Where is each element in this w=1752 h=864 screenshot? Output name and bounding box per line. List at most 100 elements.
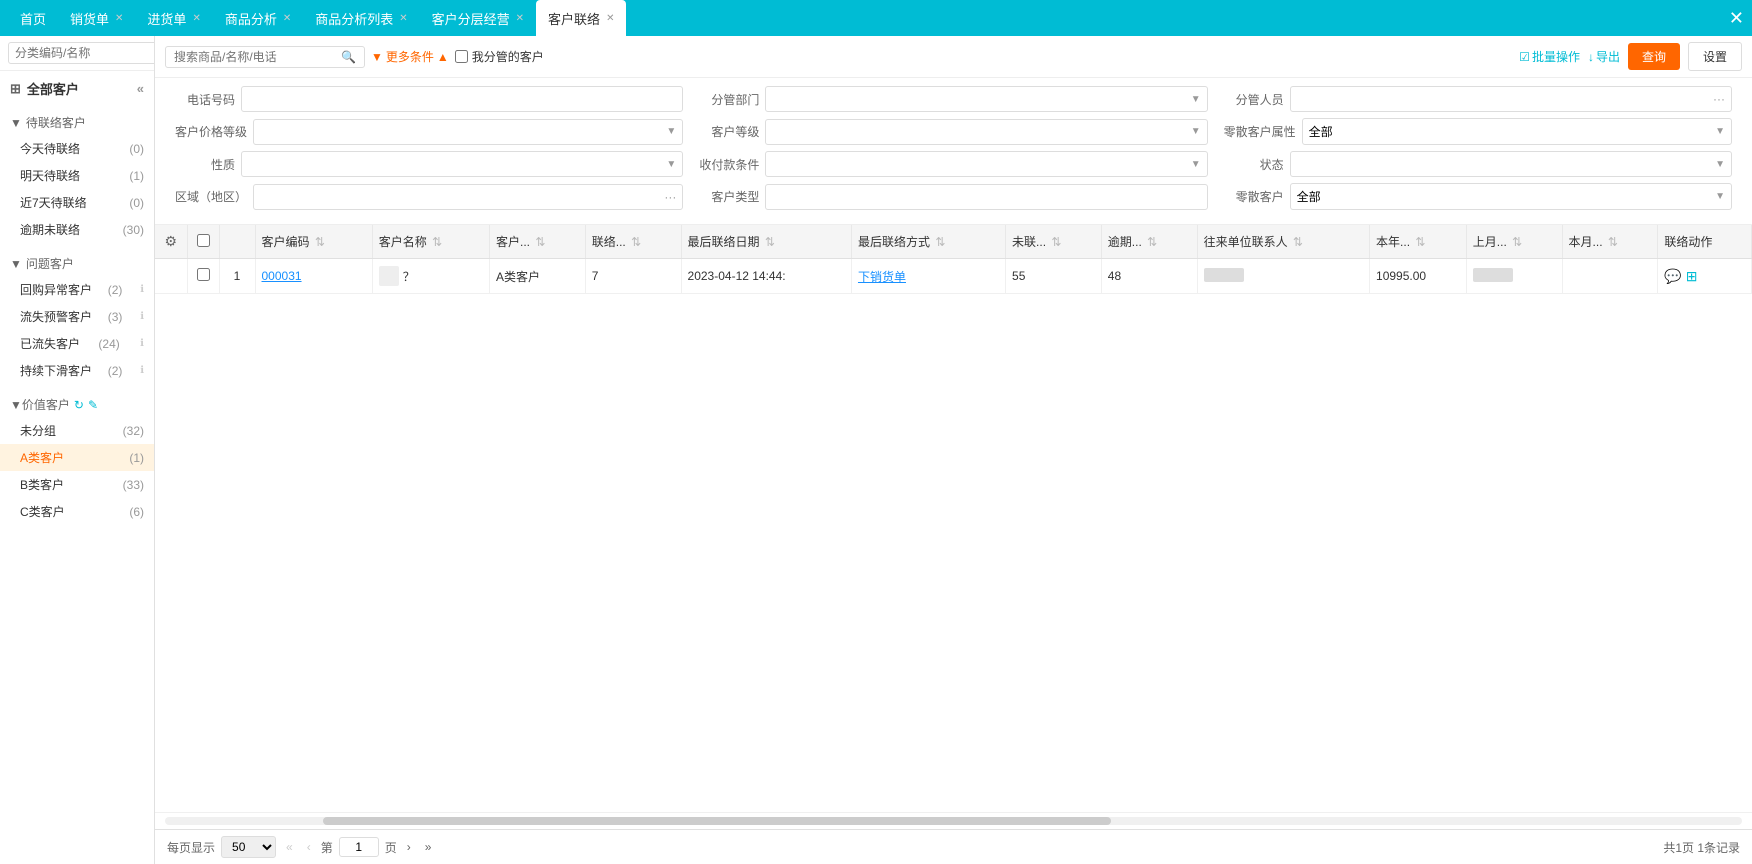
sidebar-item-class-c[interactable]: C类客户 (6) [0,498,154,525]
gear-icon[interactable]: ⚙ [164,233,177,249]
sidebar-item-repurchase-abnormal[interactable]: 回购异常客户 (2) ℹ [0,276,154,303]
sidebar-search-input[interactable] [8,42,155,64]
qr-icon[interactable]: ⊞ [1686,268,1698,285]
prev-page-btn[interactable]: ‹ [303,838,315,856]
sidebar-section-pending: ▼ 待联络客户 今天待联络 (0) 明天待联络 (1) 近7天待联络 (0) 逾… [0,106,154,247]
sidebar-item-class-b[interactable]: B类客户 (33) [0,471,154,498]
nav-tab-analysis-list[interactable]: 商品分析列表 ✕ [303,0,419,36]
sidebar-all-customers[interactable]: ⊞ 全部客户 « [0,71,154,106]
customer-table: ⚙ 客户编码 ⇅ 客户名称 ⇅ [155,225,1752,294]
sidebar-section-problem-title[interactable]: ▼ 问题客户 [0,251,154,276]
col-thisyear-header[interactable]: 本年... ⇅ [1370,225,1467,259]
filter-price-level-select[interactable]: ▼ [253,119,683,145]
close-icon[interactable]: ✕ [606,13,614,24]
col-checkbox-header[interactable] [187,225,219,259]
col-type-header[interactable]: 客户... ⇅ [490,225,586,259]
col-lastmonth-header[interactable]: 上月... ⇅ [1466,225,1562,259]
chevron-down-icon: ▼ [666,126,676,137]
filter-retail-attr: 零散客户属性 全部 ▼ [1216,118,1740,145]
filter-dept-select[interactable]: ▼ [765,86,1207,112]
first-page-btn[interactable]: « [282,838,297,856]
row-select-checkbox[interactable] [197,268,210,281]
filter-retail-customer-select[interactable]: 全部 ▼ [1290,183,1732,210]
close-icon[interactable]: ✕ [399,13,407,24]
col-nocontact-header[interactable]: 未联... ⇅ [1006,225,1102,259]
col-name-header[interactable]: 客户名称 ⇅ [372,225,489,259]
row-unitcontact [1197,259,1369,294]
filter-payment: 收付款条件 ▼ [691,151,1215,177]
sort-icon: ⇅ [535,235,545,249]
page-input[interactable] [339,837,379,857]
nav-tab-analysis[interactable]: 商品分析 ✕ [213,0,303,36]
export-btn[interactable]: ↓ 导出 [1588,48,1620,65]
filter-region-label: 区域（地区） [175,188,247,205]
scroll-thumb[interactable] [323,817,1112,825]
close-icon[interactable]: ✕ [516,13,524,24]
filter-nature-select[interactable]: ▼ [241,151,683,177]
col-lastmethod-header[interactable]: 最后联络方式 ⇅ [851,225,1005,259]
sort-icon: ⇅ [1512,235,1522,249]
sidebar-item-7days-contact[interactable]: 近7天待联络 (0) [0,189,154,216]
sidebar-item-declining[interactable]: 持续下滑客户 (2) ℹ [0,357,154,384]
filter-customer-level-select[interactable]: ▼ [765,119,1207,145]
more-filter-btn[interactable]: ▼ 更多条件 ▲ [371,48,449,65]
filter-region-select[interactable]: ··· [253,184,683,210]
close-icon[interactable]: ✕ [115,13,123,24]
export-icon: ↓ [1588,50,1594,64]
my-customers-checkbox[interactable]: 我分管的客户 [455,48,544,65]
filter-customer-type-select[interactable] [765,184,1207,210]
col-contact-header[interactable]: 联络... ⇅ [585,225,681,259]
per-page-select[interactable]: 50 100 200 [221,836,276,858]
filter-status-select[interactable]: ▼ [1290,151,1732,177]
close-icon[interactable]: ✕ [192,13,200,24]
sidebar-item-churned[interactable]: 已流失客户 (24) ℹ [0,330,154,357]
filter-person-select[interactable]: ··· [1290,86,1732,112]
sidebar-item-churn-warning[interactable]: 流失预警客户 (3) ℹ [0,303,154,330]
sidebar-item-overdue-contact[interactable]: 逾期未联络 (30) [0,216,154,243]
setting-button[interactable]: 设置 [1688,42,1742,71]
last-page-btn[interactable]: » [421,838,436,856]
query-button[interactable]: 查询 [1628,43,1680,70]
search-icon[interactable]: 🔍 [341,50,356,64]
nav-tab-purchase[interactable]: 进货单 ✕ [135,0,212,36]
row-lastmethod[interactable]: 下销货单 [851,259,1005,294]
col-settings[interactable]: ⚙ [155,225,187,259]
filter-phone-input[interactable] [241,86,683,112]
search-input[interactable] [174,50,337,64]
chat-icon[interactable]: 💬 [1664,268,1681,285]
info-icon: ℹ [140,365,144,376]
col-thismonth-header[interactable]: 本月... ⇅ [1562,225,1658,259]
col-overdue-header[interactable]: 逾期... ⇅ [1101,225,1197,259]
filter-retail-attr-select[interactable]: 全部 ▼ [1302,118,1732,145]
filter-status: 状态 ▼ [1216,151,1740,177]
sidebar-section-value-title[interactable]: ▼ 价值客户 ↻ ✎ [0,392,154,417]
nav-tab-customer-contact[interactable]: 客户联络 ✕ [536,0,626,36]
batch-op-btn[interactable]: ☑ 批量操作 [1519,48,1580,65]
sidebar-item-today-contact[interactable]: 今天待联络 (0) [0,135,154,162]
close-all-tabs[interactable]: ✕ [1729,8,1744,29]
chevron-down-icon: ▼ [666,159,676,170]
filter-price-level-label: 客户价格等级 [175,123,247,140]
sidebar-item-tomorrow-contact[interactable]: 明天待联络 (1) [0,162,154,189]
horizontal-scrollbar[interactable] [155,812,1752,829]
filter-nature: 性质 ▼ [167,151,691,177]
filter-payment-select[interactable]: ▼ [765,151,1207,177]
nav-tab-sales[interactable]: 销货单 ✕ [58,0,135,36]
row-code[interactable]: 000031 [255,259,372,294]
sidebar-section-pending-title[interactable]: ▼ 待联络客户 [0,110,154,135]
col-lastdate-header[interactable]: 最后联络日期 ⇅ [681,225,851,259]
next-page-btn[interactable]: › [403,838,415,856]
sidebar-item-unclassified[interactable]: 未分组 (32) [0,417,154,444]
sidebar-item-class-a[interactable]: A类客户 (1) [0,444,154,471]
placeholder-bar [1204,268,1244,282]
edit-icon[interactable]: ✎ [88,398,98,412]
col-unitcontact-header[interactable]: 往来单位联系人 ⇅ [1197,225,1369,259]
col-code-header[interactable]: 客户编码 ⇅ [255,225,372,259]
select-all-checkbox[interactable] [197,234,210,247]
nav-tab-home[interactable]: 首页 [8,0,58,36]
refresh-icon[interactable]: ↻ [74,398,84,412]
row-checkbox[interactable] [187,259,219,294]
my-customers-check[interactable] [455,50,468,63]
close-icon[interactable]: ✕ [283,13,291,24]
nav-tab-customer-ops[interactable]: 客户分层经营 ✕ [420,0,536,36]
